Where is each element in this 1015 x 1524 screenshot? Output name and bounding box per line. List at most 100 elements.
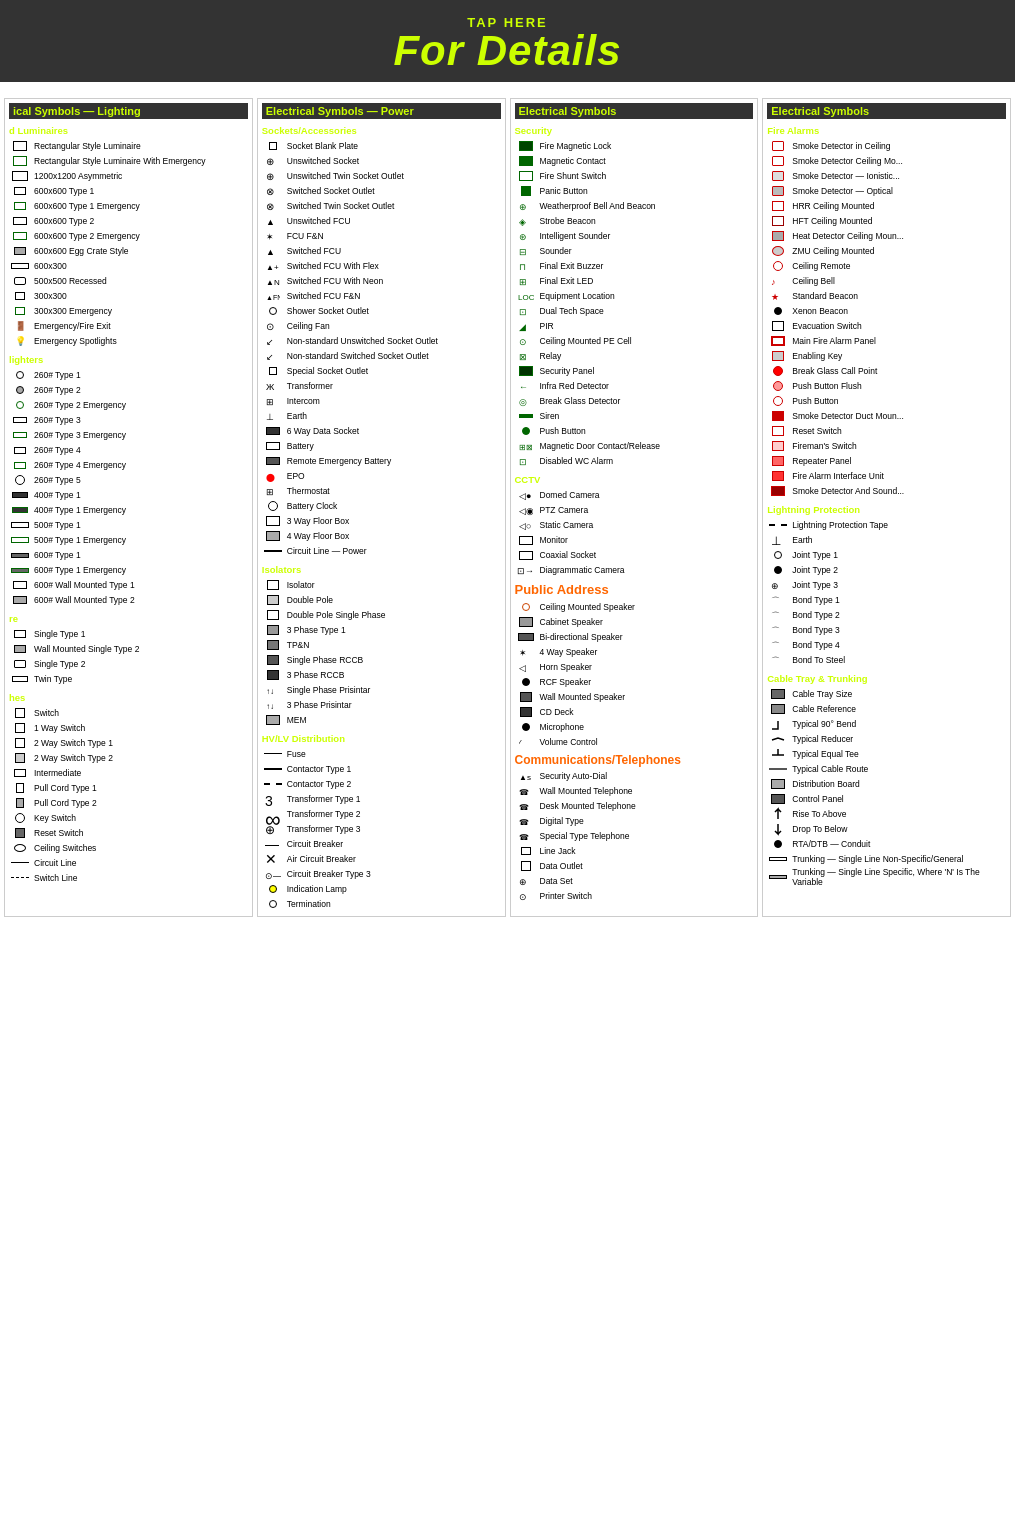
svg-text:▲: ▲: [266, 217, 275, 227]
fsw-icon: [767, 439, 789, 453]
rect-icon: [9, 139, 31, 153]
re-label: re: [9, 612, 248, 625]
pc1-icon: [9, 781, 31, 795]
list-item: Microphone: [515, 720, 754, 734]
list-item: CD Deck: [515, 705, 754, 719]
indlamp-icon: [262, 882, 284, 896]
svg-text:▲N: ▲N: [266, 278, 280, 287]
diagcam-icon: ⊡→: [515, 563, 537, 577]
mem-icon: [262, 713, 284, 727]
hes-label: hes: [9, 691, 248, 704]
svg-text:⌒: ⌒: [771, 641, 780, 651]
rsw-icon: [767, 424, 789, 438]
svg-text:⊙—: ⊙—: [265, 871, 281, 881]
relay-icon: ⊠: [515, 349, 537, 363]
list-item: 3Transformer Type 1: [262, 792, 501, 806]
list-item: ◎Break Glass Detector: [515, 394, 754, 408]
sad-icon: ▲s: [515, 769, 537, 783]
svg-text:▲s: ▲s: [519, 773, 531, 782]
trt2-icon: ∞: [262, 807, 284, 821]
svg-text:⊡: ⊡: [519, 307, 527, 317]
hft-icon: [767, 214, 789, 228]
l600t1-icon: [9, 548, 31, 562]
reb-icon: [262, 454, 284, 468]
dtb-icon: [767, 822, 789, 836]
re2-icon: [9, 642, 31, 656]
list-item: 260# Type 3: [9, 413, 248, 427]
list-item: Distribution Board: [767, 777, 1006, 791]
col-fire: Electrical Symbols Fire Alarms Smoke Det…: [762, 98, 1011, 917]
list-item: ▲Unswitched FCU: [262, 214, 501, 228]
fan-icon: ⊙: [262, 319, 284, 333]
faiu-icon: [767, 469, 789, 483]
list-item: Ceiling Remote: [767, 259, 1006, 273]
cb-icon: —: [262, 837, 284, 851]
sw-icon: [9, 706, 31, 720]
l2e-icon: [9, 398, 31, 412]
list-item: Double Pole Single Phase: [262, 608, 501, 622]
spotlight-icon: 💡: [9, 334, 31, 348]
list-item: Monitor: [515, 533, 754, 547]
pc2-icon: [9, 796, 31, 810]
svg-text:∕: ∕: [519, 738, 522, 748]
list-item: Wall Mounted Speaker: [515, 690, 754, 704]
list-item: Bi-directional Speaker: [515, 630, 754, 644]
list-item: Trunking — Single Line Non-Specific/Gene…: [767, 852, 1006, 866]
re1-icon: [9, 627, 31, 641]
nssso-icon: ↙: [262, 349, 284, 363]
list-item: Siren: [515, 409, 754, 423]
list-item: 1 Way Switch: [9, 721, 248, 735]
svg-text:◈: ◈: [519, 217, 526, 227]
svg-text:↙: ↙: [266, 337, 274, 347]
list-item: 🚪Emergency/Fire Exit: [9, 319, 248, 333]
l4e-icon: [9, 458, 31, 472]
list-item: ⊙Ceiling Fan: [262, 319, 501, 333]
list-item: ⊟Sounder: [515, 244, 754, 258]
3pt1-icon: [262, 623, 284, 637]
list-item: RTA/DTB — Conduit: [767, 837, 1006, 851]
300-icon: [9, 289, 31, 303]
l600wm1-icon: [9, 578, 31, 592]
list-item: Line Jack: [515, 844, 754, 858]
list-item: 400# Type 1 Emergency: [9, 503, 248, 517]
shower-icon: [262, 304, 284, 318]
list-item: Drop To Below: [767, 822, 1006, 836]
utso-icon: ⊕: [262, 169, 284, 183]
col-lighting: ical Symbols — Lighting d Luminaires Rec…: [4, 98, 253, 917]
rs-icon: [9, 826, 31, 840]
header[interactable]: TAP HERE For Details: [0, 0, 1015, 82]
list-item: ⊕Data Set: [515, 874, 754, 888]
ps-icon: ⊙: [515, 889, 537, 903]
list-item: Pull Cord Type 2: [9, 796, 248, 810]
battclock-icon: [262, 499, 284, 513]
ek-icon: [767, 349, 789, 363]
dwca-icon: ⊡: [515, 454, 537, 468]
list-item: 260# Type 4: [9, 443, 248, 457]
fml-icon: [515, 139, 537, 153]
list-item: Fire Magnetic Lock: [515, 139, 754, 153]
list-item: Cable Reference: [767, 702, 1006, 716]
svg-text:◁○: ◁○: [519, 521, 531, 531]
trt3-icon: ⊕: [262, 822, 284, 836]
list-item: Ceiling Mounted Speaker: [515, 600, 754, 614]
sb-icon: ◈: [515, 214, 537, 228]
nsuso-icon: ↙: [262, 334, 284, 348]
svg-text:◁●: ◁●: [519, 491, 531, 501]
bids-icon: [515, 630, 537, 644]
list-item: 💡Emergency Spotlights: [9, 334, 248, 348]
list-item: 300x300 Emergency: [9, 304, 248, 318]
cts-icon: [767, 687, 789, 701]
col-security: Electrical Symbols Security Fire Magneti…: [510, 98, 759, 917]
exit-icon: 🚪: [9, 319, 31, 333]
list-item: ☎Desk Mounted Telephone: [515, 799, 754, 813]
pbf-icon: [767, 379, 789, 393]
list-item: ⊠Relay: [515, 349, 754, 363]
list-item: Rise To Above: [767, 807, 1006, 821]
tred-icon: [767, 732, 789, 746]
jt3-icon: ⊕: [767, 578, 789, 592]
t90-icon: [767, 717, 789, 731]
list-item: Data Outlet: [515, 859, 754, 873]
list-item: Control Panel: [767, 792, 1006, 806]
list-item: Intermediate: [9, 766, 248, 780]
list-item: 600x600 Type 2 Emergency: [9, 229, 248, 243]
